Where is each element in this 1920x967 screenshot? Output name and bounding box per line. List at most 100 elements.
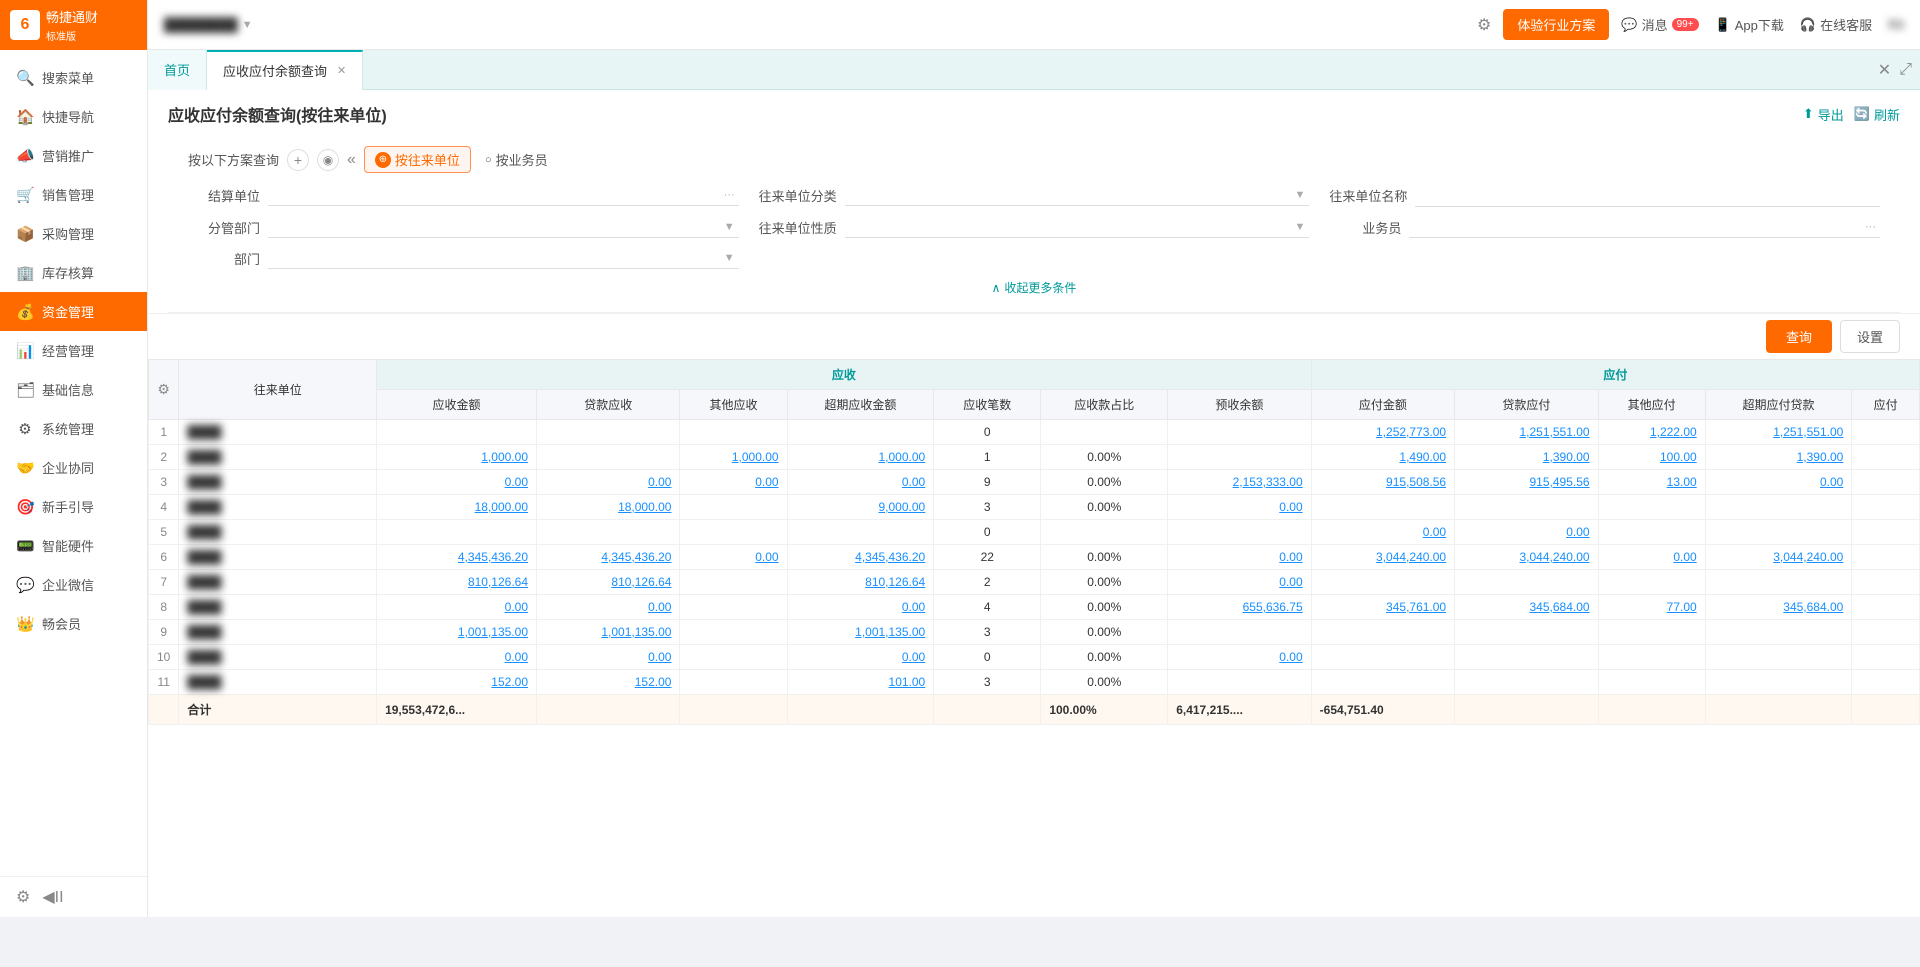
sidebar-item-marketing[interactable]: 📣 营销推广 bbox=[0, 136, 147, 175]
cell-fu[interactable]: 0.00 bbox=[1598, 545, 1705, 570]
cell-fu[interactable]: 345,684.00 bbox=[1455, 595, 1598, 620]
cell-fu[interactable]: 345,684.00 bbox=[1705, 595, 1852, 620]
cell-fu[interactable]: 0.00 bbox=[1705, 470, 1852, 495]
cell-num[interactable]: 0.00 bbox=[680, 545, 787, 570]
cell-num[interactable]: 810,126.64 bbox=[787, 570, 934, 595]
laiwang-nature-arrow[interactable]: ▼ bbox=[1294, 221, 1305, 233]
app-download-action[interactable]: 📱 App下载 bbox=[1715, 15, 1784, 34]
cell-num[interactable]: 1,000.00 bbox=[680, 445, 787, 470]
cell-num[interactable]: 18,000.00 bbox=[377, 495, 537, 520]
cell-fu[interactable]: 3,044,240.00 bbox=[1455, 545, 1598, 570]
cell-yushou[interactable]: 2,153,333.00 bbox=[1168, 470, 1311, 495]
filter-collapse-button[interactable]: « bbox=[347, 151, 356, 169]
sidebar-item-quick-nav[interactable]: 🏠 快捷导航 bbox=[0, 97, 147, 136]
export-button[interactable]: ⬆ 导出 bbox=[1803, 105, 1844, 124]
cell-num[interactable]: 0.00 bbox=[377, 595, 537, 620]
cell-num[interactable]: 152.00 bbox=[537, 670, 680, 695]
cell-fu[interactable]: 3,044,240.00 bbox=[1311, 545, 1454, 570]
cell-fu[interactable]: 1,251,551.00 bbox=[1455, 420, 1598, 445]
sidebar-item-enterprise[interactable]: 🤝 企业协同 bbox=[0, 448, 147, 487]
cell-yushou[interactable]: 0.00 bbox=[1168, 645, 1311, 670]
cell-num[interactable]: 4,345,436.20 bbox=[537, 545, 680, 570]
cell-num[interactable]: 4,345,436.20 bbox=[787, 545, 934, 570]
sidebar-item-wechat[interactable]: 💬 企业微信 bbox=[0, 565, 147, 604]
user-menu[interactable]: Rit bbox=[1888, 17, 1904, 32]
cell-num[interactable]: 0.00 bbox=[377, 645, 537, 670]
laiwang-category-arrow[interactable]: ▼ bbox=[1294, 189, 1305, 201]
sidebar-item-inventory[interactable]: 🏢 库存核算 bbox=[0, 253, 147, 292]
collapse-more-btn[interactable]: ∧ 收起更多条件 bbox=[188, 273, 1880, 302]
cell-num[interactable]: 152.00 bbox=[377, 670, 537, 695]
sidebar-collapse-btn[interactable]: ◀II bbox=[42, 887, 63, 907]
cell-num[interactable]: 0.00 bbox=[680, 470, 787, 495]
cell-fu[interactable]: 915,495.56 bbox=[1455, 470, 1598, 495]
cell-fu[interactable]: 345,761.00 bbox=[1311, 595, 1454, 620]
setting-button[interactable]: 设置 bbox=[1840, 320, 1900, 353]
cell-num[interactable]: 0.00 bbox=[537, 470, 680, 495]
cell-fu[interactable]: 1,390.00 bbox=[1705, 445, 1852, 470]
sidebar-item-search[interactable]: 🔍 搜索菜单 bbox=[0, 58, 147, 97]
tab-close-btn[interactable]: ✕ bbox=[337, 64, 346, 77]
scheme-by-staff[interactable]: ○ 按业务员 bbox=[479, 147, 554, 172]
cell-fu[interactable]: 1,222.00 bbox=[1598, 420, 1705, 445]
table-settings-col[interactable]: ⚙ bbox=[149, 360, 179, 420]
cell-fu[interactable]: 77.00 bbox=[1598, 595, 1705, 620]
jiesuan-dots[interactable]: ··· bbox=[724, 189, 735, 201]
topbar-gear-icon[interactable]: ⚙ bbox=[1477, 15, 1491, 35]
online-service-action[interactable]: 🎧 在线客服 bbox=[1800, 15, 1872, 34]
sidebar-item-capital[interactable]: 💰 资金管理 bbox=[0, 292, 147, 331]
sidebar-item-basic-info[interactable]: 🗂 基础信息 bbox=[0, 370, 147, 409]
tab-home[interactable]: 首页 bbox=[148, 50, 207, 90]
cell-num[interactable]: 810,126.64 bbox=[537, 570, 680, 595]
cell-num[interactable]: 810,126.64 bbox=[377, 570, 537, 595]
cell-yushou[interactable]: 655,636.75 bbox=[1168, 595, 1311, 620]
cell-num[interactable]: 0.00 bbox=[377, 470, 537, 495]
cell-fu[interactable]: 100.00 bbox=[1598, 445, 1705, 470]
cell-fu[interactable]: 1,251,551.00 bbox=[1705, 420, 1852, 445]
cell-num[interactable]: 0.00 bbox=[787, 470, 934, 495]
cell-num[interactable]: 0.00 bbox=[537, 645, 680, 670]
footer-yingshou-je[interactable]: 19,553,472,6... bbox=[377, 695, 537, 725]
sidebar-item-vip[interactable]: 👑 畅会员 bbox=[0, 604, 147, 643]
cell-num[interactable]: 4,345,436.20 bbox=[377, 545, 537, 570]
cell-num[interactable]: 101.00 bbox=[787, 670, 934, 695]
cell-yushou[interactable]: 0.00 bbox=[1168, 545, 1311, 570]
cell-yushou[interactable]: 0.00 bbox=[1168, 495, 1311, 520]
sidebar-item-purchase[interactable]: 📦 采购管理 bbox=[0, 214, 147, 253]
cell-yushou[interactable]: 0.00 bbox=[1168, 570, 1311, 595]
cell-fu[interactable]: 1,252,773.00 bbox=[1311, 420, 1454, 445]
cell-num[interactable]: 9,000.00 bbox=[787, 495, 934, 520]
fenguan-dept-arrow[interactable]: ▼ bbox=[724, 221, 735, 233]
cell-fu[interactable]: 0.00 bbox=[1455, 520, 1598, 545]
trial-button[interactable]: 体验行业方案 bbox=[1503, 9, 1609, 40]
cell-fu[interactable]: 13.00 bbox=[1598, 470, 1705, 495]
table-area[interactable]: ⚙ 往来单位 应收 应付 应收金额 贷款应收 其他应收 超期应收金额 应收笔数 … bbox=[148, 359, 1920, 917]
sidebar-item-hardware[interactable]: 📟 智能硬件 bbox=[0, 526, 147, 565]
cell-fu[interactable]: 3,044,240.00 bbox=[1705, 545, 1852, 570]
business-person-dots[interactable]: ··· bbox=[1865, 221, 1876, 233]
cell-num[interactable]: 1,001,135.00 bbox=[537, 620, 680, 645]
tab-close-all-icon[interactable]: ✕ bbox=[1878, 60, 1891, 80]
dept-arrow[interactable]: ▼ bbox=[724, 252, 735, 264]
cell-fu[interactable]: 1,490.00 bbox=[1311, 445, 1454, 470]
refresh-button[interactable]: 🔄 刷新 bbox=[1854, 105, 1900, 124]
filter-config-button[interactable]: ◉ bbox=[317, 149, 339, 171]
cell-fu[interactable]: 915,508.56 bbox=[1311, 470, 1454, 495]
cell-num[interactable]: 1,001,135.00 bbox=[787, 620, 934, 645]
sidebar-item-sales[interactable]: 🛒 销售管理 bbox=[0, 175, 147, 214]
messages-action[interactable]: 💬 消息 99+ bbox=[1621, 15, 1698, 34]
footer-yingfu-je[interactable]: -654,751.40 bbox=[1311, 695, 1454, 725]
sidebar-settings-btn[interactable]: ⚙ bbox=[16, 887, 30, 907]
cell-fu[interactable]: 1,390.00 bbox=[1455, 445, 1598, 470]
laiwang-name-input[interactable] bbox=[1415, 183, 1880, 207]
sidebar-item-system[interactable]: ⚙ 系统管理 bbox=[0, 409, 147, 448]
cell-num[interactable]: 0.00 bbox=[537, 595, 680, 620]
sidebar-item-guide[interactable]: 🎯 新手引导 bbox=[0, 487, 147, 526]
cell-num[interactable]: 18,000.00 bbox=[537, 495, 680, 520]
tab-ar-ap[interactable]: 应收应付余额查询 ✕ bbox=[207, 50, 363, 90]
sidebar-item-operation[interactable]: 📊 经营管理 bbox=[0, 331, 147, 370]
cell-num[interactable]: 1,000.00 bbox=[787, 445, 934, 470]
cell-num[interactable]: 0.00 bbox=[787, 645, 934, 670]
cell-num[interactable]: 1,001,135.00 bbox=[377, 620, 537, 645]
footer-yushou[interactable]: 6,417,215.... bbox=[1168, 695, 1311, 725]
